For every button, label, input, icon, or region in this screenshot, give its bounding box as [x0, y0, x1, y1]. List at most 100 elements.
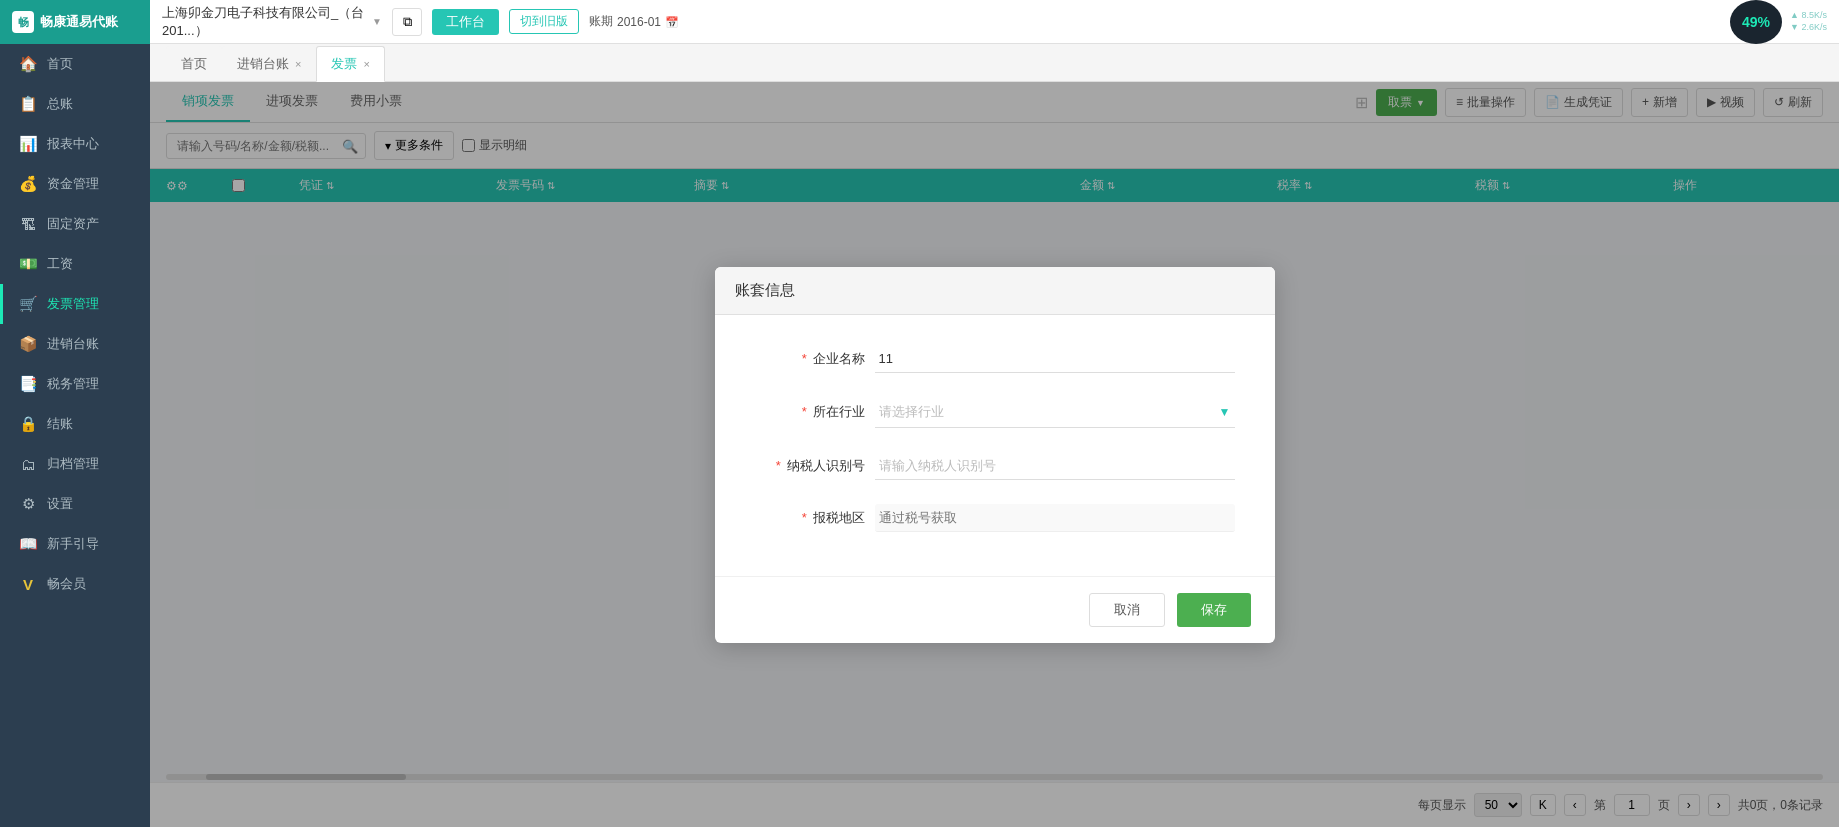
company-name-input[interactable]: [875, 345, 1235, 373]
sidebar-item-close[interactable]: 🔒 结账: [0, 404, 150, 444]
tax-region-label: * 报税地区: [755, 509, 865, 527]
network-speeds: ▲ 8.5K/s ▼ 2.6K/s: [1790, 10, 1827, 33]
network-badge: 49%: [1730, 0, 1782, 44]
modal-body: * 企业名称 * 所在行业 请选择行业 ▼: [715, 315, 1275, 576]
ledger-icon: 📋: [19, 95, 37, 113]
industry-chevron-icon: ▼: [1219, 405, 1231, 419]
modal-header: 账套信息: [715, 267, 1275, 315]
main-area: 上海卯金刀电子科技有限公司_（台201...） ⧉ 工作台 切到旧版 账期 20…: [150, 0, 1839, 827]
sidebar-item-label: 首页: [47, 55, 73, 73]
workspace-button[interactable]: 工作台: [432, 9, 499, 35]
upload-speed: ▲ 8.5K/s: [1790, 10, 1827, 22]
sidebar-item-label: 归档管理: [47, 455, 99, 473]
sidebar-item-report[interactable]: 📊 报表中心: [0, 124, 150, 164]
sidebar-item-label: 畅会员: [47, 575, 86, 593]
industry-label: * 所在行业: [755, 403, 865, 421]
sidebar-item-home[interactable]: 首页: [0, 44, 150, 84]
sidebar-item-fund[interactable]: 💰 资金管理: [0, 164, 150, 204]
guide-icon: 📖: [19, 535, 37, 553]
tab-home-label: 首页: [181, 55, 207, 73]
sidebar-item-label: 进销台账: [47, 335, 99, 353]
salary-icon: 💵: [19, 255, 37, 273]
tax-id-input[interactable]: [875, 452, 1235, 480]
sidebar-item-member[interactable]: V 畅会员: [0, 564, 150, 604]
sidebar-item-label: 税务管理: [47, 375, 99, 393]
sidebar-item-label: 设置: [47, 495, 73, 513]
company-selector[interactable]: 上海卯金刀电子科技有限公司_（台201...）: [162, 4, 382, 40]
save-button[interactable]: 保存: [1177, 593, 1251, 627]
modal-footer: 取消 保存: [715, 576, 1275, 643]
close-acct-icon: 🔒: [19, 415, 37, 433]
tab-home[interactable]: 首页: [166, 46, 222, 81]
invoice-icon: 🛒: [19, 295, 37, 313]
modal-overlay: 账套信息 * 企业名称 * 所在行: [150, 82, 1839, 827]
settings-icon: [19, 495, 37, 513]
copy-icon: ⧉: [403, 14, 412, 30]
sidebar-item-label: 总账: [47, 95, 73, 113]
company-name-row: * 企业名称: [755, 345, 1235, 373]
asset-icon: 🏗: [19, 216, 37, 233]
tax-region-row: * 报税地区: [755, 504, 1235, 532]
trade-icon: 📦: [19, 335, 37, 353]
old-version-button[interactable]: 切到旧版: [509, 9, 579, 34]
sidebar-item-label: 新手引导: [47, 535, 99, 553]
sidebar-item-tax[interactable]: 📑 税务管理: [0, 364, 150, 404]
tab-bar: 首页 进销台账 × 发票 ×: [150, 44, 1839, 82]
tab-invoice[interactable]: 发票 ×: [316, 46, 384, 82]
tab-trade-label: 进销台账: [237, 55, 289, 73]
tab-invoice-label: 发票: [331, 55, 357, 73]
required-star3: *: [776, 458, 781, 473]
sidebar-item-guide[interactable]: 📖 新手引导: [0, 524, 150, 564]
tax-region-input: [875, 504, 1235, 532]
company-name-label: * 企业名称: [755, 350, 865, 368]
sidebar-item-label: 报表中心: [47, 135, 99, 153]
required-star: *: [802, 351, 807, 366]
sidebar-item-settings[interactable]: 设置: [0, 484, 150, 524]
member-icon: V: [19, 576, 37, 593]
report-icon: 📊: [19, 135, 37, 153]
sidebar-item-invoice[interactable]: 🛒 发票管理: [0, 284, 150, 324]
sidebar-item-trade[interactable]: 📦 进销台账: [0, 324, 150, 364]
tax-icon: 📑: [19, 375, 37, 393]
sidebar-item-label: 资金管理: [47, 175, 99, 193]
sidebar-item-label: 结账: [47, 415, 73, 433]
logo-icon: 畅: [12, 11, 34, 33]
required-star4: *: [802, 510, 807, 525]
topbar: 上海卯金刀电子科技有限公司_（台201...） ⧉ 工作台 切到旧版 账期 20…: [150, 0, 1839, 44]
app-name: 畅康通易代账: [40, 13, 118, 31]
app-logo: 畅 畅康通易代账: [0, 0, 150, 44]
sidebar-item-asset[interactable]: 🏗 固定资产: [0, 204, 150, 244]
copy-btn[interactable]: ⧉: [392, 8, 422, 36]
industry-row: * 所在行业 请选择行业 ▼: [755, 397, 1235, 428]
required-star2: *: [802, 404, 807, 419]
tab-invoice-close[interactable]: ×: [363, 58, 369, 70]
sidebar-item-label: 发票管理: [47, 295, 99, 313]
sidebar-item-archive[interactable]: 🗂 归档管理: [0, 444, 150, 484]
tab-trade[interactable]: 进销台账 ×: [222, 46, 316, 81]
sidebar-item-label: 工资: [47, 255, 73, 273]
sidebar-item-salary[interactable]: 💵 工资: [0, 244, 150, 284]
sidebar-item-ledger[interactable]: 📋 总账: [0, 84, 150, 124]
home-icon: [19, 55, 37, 73]
content-area: 销项发票 进项发票 费用小票 ⊞ 取票 ≡ 批量操作: [150, 82, 1839, 827]
industry-select[interactable]: 请选择行业 ▼: [875, 397, 1235, 428]
period-value: 2016-01: [617, 15, 661, 29]
tab-trade-close[interactable]: ×: [295, 58, 301, 70]
fund-icon: 💰: [19, 175, 37, 193]
cancel-button[interactable]: 取消: [1089, 593, 1165, 627]
company-dropdown-icon: [372, 16, 382, 27]
account-info-modal: 账套信息 * 企业名称 * 所在行: [715, 267, 1275, 643]
modal-title: 账套信息: [735, 281, 795, 298]
company-name: 上海卯金刀电子科技有限公司_（台201...）: [162, 4, 368, 40]
topbar-right: 49% ▲ 8.5K/s ▼ 2.6K/s: [1730, 0, 1827, 44]
download-speed: ▼ 2.6K/s: [1790, 22, 1827, 34]
tax-id-row: * 纳税人识别号: [755, 452, 1235, 480]
sidebar-item-label: 固定资产: [47, 215, 99, 233]
calendar-icon[interactable]: [665, 15, 679, 29]
period-label: 账期: [589, 13, 613, 30]
tax-id-label: * 纳税人识别号: [755, 457, 865, 475]
period-display: 账期 2016-01: [589, 13, 679, 30]
archive-icon: 🗂: [19, 456, 37, 473]
sidebar: 畅 畅康通易代账 首页 📋 总账 📊 报表中心 💰 资金管理 🏗 固定资产 💵 …: [0, 0, 150, 827]
industry-placeholder: 请选择行业: [879, 403, 944, 421]
